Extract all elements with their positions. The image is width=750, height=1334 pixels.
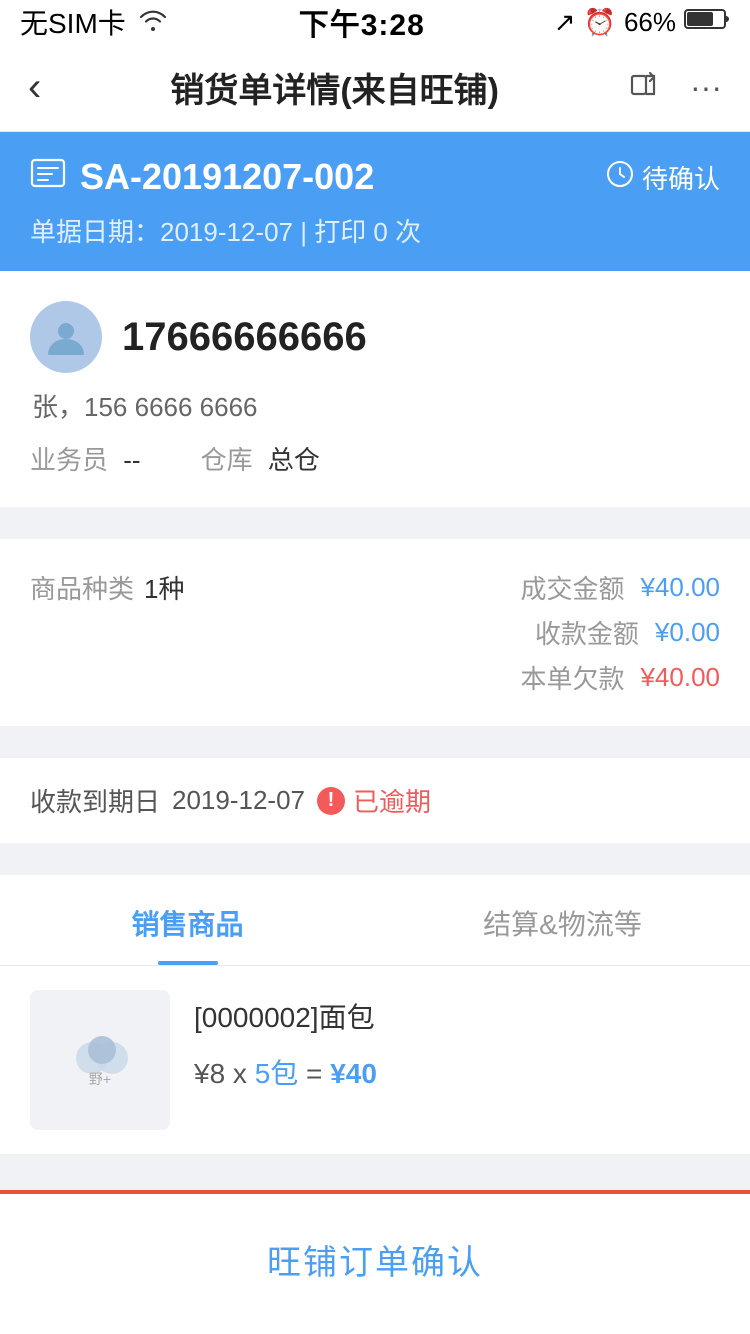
stat-label-1: 成交金额 [520,569,624,606]
product-item: 野+ [0000002]面包 ¥8 x 5包 = ¥40 [30,990,720,1130]
tabs-container: 销售商品 结算&物流等 [0,875,750,966]
stat-value-2: ¥0.00 [655,617,720,648]
price-equals: = [298,1058,330,1089]
clock-icon [606,160,634,195]
svg-text:野+: 野+ [89,1071,111,1087]
location-icon: ↗ [554,7,576,38]
nav-bar: ‹ 销货单详情(来自旺铺) ··· [0,44,750,132]
stats-right: 成交金额 ¥40.00 收款金额 ¥0.00 本单欠款 ¥40.00 [520,569,720,696]
product-info: [0000002]面包 ¥8 x 5包 = ¥40 [194,990,720,1092]
confirm-order-button[interactable]: 旺铺订单确认 [30,1214,720,1304]
bottom-action-area: 旺铺订单确认 [0,1190,750,1334]
product-type: 商品种类 1种 [30,569,184,606]
warehouse-meta: 仓库 总仓 [201,440,320,477]
tab-settlement-logistics[interactable]: 结算&物流等 [375,875,750,965]
tabs: 销售商品 结算&物流等 [0,875,750,965]
status-right-icons: ↗ ⏰ 66% [554,7,730,38]
due-date-card: 收款到期日 2019-12-07 ! 已逾期 [0,758,750,843]
stat-value-1: ¥40.00 [640,572,720,603]
customer-phone: 17666666666 [122,315,367,360]
product-name: [0000002]面包 [194,996,720,1036]
order-header: SA-20191207-002 待确认 单据日期：2019-12-07 | 打印… [0,132,750,271]
stats-card: 商品种类 1种 成交金额 ¥40.00 收款金额 ¥0.00 本单欠款 ¥40.… [0,539,750,726]
overdue-badge: ! 已逾期 [317,782,431,819]
tab-sales-products[interactable]: 销售商品 [0,875,375,965]
order-icon [30,158,66,197]
sales-meta: 业务员 -- [30,440,141,477]
page-title: 销货单详情(来自旺铺) [170,63,499,112]
warehouse-value: 总仓 [268,445,320,475]
price-base: ¥8 x [194,1058,255,1089]
sales-label: 业务员 [30,445,108,475]
customer-name: 张，156 6666 6666 [30,387,720,424]
stat-value-3: ¥40.00 [640,662,720,693]
stat-row-2: 收款金额 ¥0.00 [535,614,720,651]
type-value: 1种 [144,569,184,606]
stat-row-1: 成交金额 ¥40.00 [520,569,720,606]
overdue-icon: ! [317,787,345,815]
price-qty: 5包 [255,1058,299,1089]
status-time: 下午3:28 [299,0,425,44]
separator-3 [0,859,750,875]
back-button[interactable]: ‹ [28,65,41,110]
product-section: 野+ [0000002]面包 ¥8 x 5包 = ¥40 [0,966,750,1154]
wifi-icon [136,6,170,38]
sales-value: -- [123,445,140,475]
stat-label-3: 本单欠款 [520,659,624,696]
type-label: 商品种类 [30,569,134,606]
product-thumbnail: 野+ [30,990,170,1130]
customer-card: 17666666666 张，156 6666 6666 业务员 -- 仓库 总仓 [0,271,750,507]
customer-meta: 业务员 -- 仓库 总仓 [30,440,720,477]
warehouse-label: 仓库 [201,445,253,475]
status-carrier: 无SIM卡 [20,2,170,42]
stat-row-3: 本单欠款 ¥40.00 [520,659,720,696]
due-date-label: 收款到期日 [30,782,160,819]
status-bar: 无SIM卡 下午3:28 ↗ ⏰ 66% [0,0,750,44]
battery-icon [684,7,730,38]
stat-label-2: 收款金额 [535,614,639,651]
stats-left: 商品种类 1种 [30,569,184,606]
order-date: 单据日期：2019-12-07 | 打印 0 次 [30,212,720,249]
order-status-text: 待确认 [642,159,720,196]
price-total: ¥40 [330,1058,377,1089]
alarm-icon: ⏰ [584,7,616,38]
separator-1 [0,523,750,539]
more-button[interactable]: ··· [690,69,722,106]
order-id: SA-20191207-002 [30,156,374,198]
product-price: ¥8 x 5包 = ¥40 [194,1052,720,1092]
battery-text: 66% [624,7,676,38]
share-icon[interactable] [628,66,662,109]
carrier-text: 无SIM卡 [20,2,126,42]
overdue-text: 已逾期 [353,782,431,819]
customer-avatar [30,301,102,373]
nav-right-actions: ··· [628,66,722,109]
due-date-value: 2019-12-07 [172,785,305,816]
order-status: 待确认 [606,159,720,196]
separator-2 [0,742,750,758]
